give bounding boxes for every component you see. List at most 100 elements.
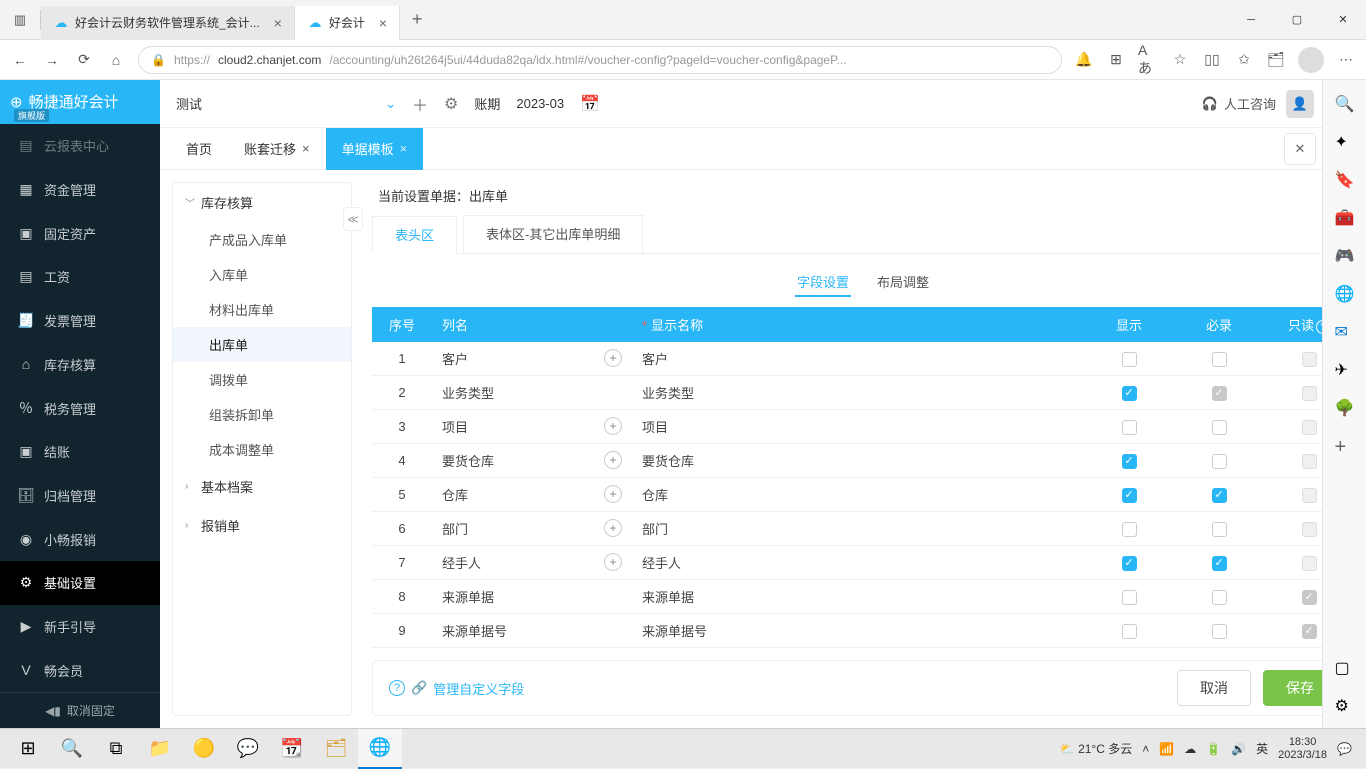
consult-button[interactable]: 🎧人工咨询 xyxy=(1202,94,1276,113)
add-field-button[interactable]: + xyxy=(604,349,622,367)
tag-icon[interactable]: 🔖 xyxy=(1335,170,1355,190)
gear-icon[interactable]: ⚙ xyxy=(444,94,458,114)
add-field-button[interactable]: + xyxy=(604,417,622,435)
toolbox-icon[interactable]: 🧰 xyxy=(1335,208,1355,228)
tree-child[interactable]: 入库单 xyxy=(173,257,351,292)
tray-chevron-icon[interactable]: ˄ xyxy=(1142,742,1149,756)
sidebar-toggle-icon[interactable]: ▢ xyxy=(1335,658,1355,678)
checkbox[interactable] xyxy=(1212,352,1227,367)
cell-disp[interactable]: 客户 xyxy=(632,342,1084,376)
sidebar-item-funds[interactable]: ▦资金管理 xyxy=(0,167,160,211)
unpin-button[interactable]: ◀▮取消固定 xyxy=(0,692,160,728)
home-icon[interactable]: ⌂ xyxy=(106,50,126,70)
close-window-button[interactable]: ✕ xyxy=(1320,0,1366,40)
checkbox[interactable] xyxy=(1122,420,1137,435)
close-all-button[interactable]: ✕ xyxy=(1284,133,1316,165)
checkbox[interactable] xyxy=(1212,590,1227,605)
checkbox[interactable] xyxy=(1122,590,1137,605)
favorite-icon[interactable]: ☆ xyxy=(1170,50,1190,70)
profile-icon[interactable] xyxy=(1298,47,1324,73)
checkbox[interactable] xyxy=(1122,556,1137,571)
close-icon[interactable]: × xyxy=(400,141,408,156)
tree-child[interactable]: 组装拆卸单 xyxy=(173,397,351,432)
checkbox[interactable] xyxy=(1122,624,1137,639)
wechat-app[interactable]: 💬 xyxy=(226,729,270,769)
tab-migration[interactable]: 账套迁移× xyxy=(228,128,326,170)
tree-icon[interactable]: 🌳 xyxy=(1335,398,1355,418)
sidebar-item-expense[interactable]: ◉小畅报销 xyxy=(0,517,160,561)
cell-disp[interactable]: 仓库 xyxy=(632,478,1084,512)
add-field-button[interactable]: + xyxy=(604,451,622,469)
checkbox[interactable] xyxy=(1212,488,1227,503)
cell-disp[interactable]: 要货仓库 xyxy=(632,444,1084,478)
minimize-button[interactable]: ─ xyxy=(1228,0,1274,40)
subtab-header[interactable]: 表头区 xyxy=(372,216,457,254)
tabactions-icon[interactable]: ▥ xyxy=(0,12,40,28)
cell-disp[interactable]: 来源单据号 xyxy=(632,614,1084,648)
new-tab-button[interactable]: + xyxy=(400,9,434,30)
outlook-icon[interactable]: ✉ xyxy=(1335,322,1355,342)
start-button[interactable]: ⊞ xyxy=(6,729,50,769)
checkbox[interactable] xyxy=(1122,488,1137,503)
search-icon[interactable]: 🔍 xyxy=(1335,94,1355,114)
midtab-fields[interactable]: 字段设置 xyxy=(795,268,851,297)
calendar-icon[interactable]: 📅 xyxy=(580,94,600,114)
collapse-handle[interactable]: ≪ xyxy=(343,207,363,231)
tab-template[interactable]: 单据模板× xyxy=(326,128,424,170)
sidebar-item-assets[interactable]: ▣固定资产 xyxy=(0,211,160,255)
add-field-button[interactable]: + xyxy=(604,519,622,537)
search-button[interactable]: 🔍 xyxy=(50,729,94,769)
checkbox[interactable] xyxy=(1212,420,1227,435)
calendar-app[interactable]: 📆 xyxy=(270,729,314,769)
address-bar[interactable]: 🔒 https://cloud2.chanjet.com/accounting/… xyxy=(138,46,1062,74)
battery-icon[interactable]: 🔋 xyxy=(1206,742,1221,756)
tree-child[interactable]: 材料出库单 xyxy=(173,292,351,327)
close-icon[interactable]: × xyxy=(274,15,282,31)
tree-group-basic[interactable]: ›基本档案 xyxy=(173,467,351,506)
tree-child[interactable]: 出库单 xyxy=(173,327,351,362)
checkbox[interactable] xyxy=(1212,624,1227,639)
tree-child[interactable]: 成本调整单 xyxy=(173,432,351,467)
checkbox[interactable] xyxy=(1122,522,1137,537)
split-icon[interactable]: ▯▯ xyxy=(1202,50,1222,70)
org-selector[interactable]: 测试 ⌄ xyxy=(176,94,396,113)
wifi-icon[interactable]: 📶 xyxy=(1159,742,1174,756)
tree-child[interactable]: 产成品入库单 xyxy=(173,222,351,257)
games-icon[interactable]: 🎮 xyxy=(1335,246,1355,266)
edge-app[interactable]: 🌐 xyxy=(358,729,402,769)
subtab-body[interactable]: 表体区-其它出库单明细 xyxy=(463,215,643,253)
files-app[interactable]: 🗂 xyxy=(314,729,358,769)
collections-icon[interactable]: 🗂 xyxy=(1266,50,1286,70)
tree-group-inventory[interactable]: ﹀库存核算 xyxy=(173,183,351,222)
tree-group-expense[interactable]: ›报销单 xyxy=(173,506,351,545)
plus-icon[interactable]: + xyxy=(1335,436,1355,456)
ime-indicator[interactable]: 英 xyxy=(1256,740,1268,757)
weather-widget[interactable]: ⛅ 21°C 多云 xyxy=(1060,740,1132,757)
sidebar-item-vip[interactable]: V畅会员 xyxy=(0,649,160,693)
sidebar-item-tax[interactable]: ％税务管理 xyxy=(0,386,160,430)
extensions-icon[interactable]: ⊞ xyxy=(1106,50,1126,70)
cell-disp[interactable]: 部门 xyxy=(632,512,1084,546)
add-field-button[interactable]: + xyxy=(604,485,622,503)
back-icon[interactable]: ← xyxy=(10,50,30,70)
onedrive-icon[interactable]: ☁ xyxy=(1184,742,1196,756)
avatar[interactable]: 👤 xyxy=(1286,90,1314,118)
sidebar-item-salary[interactable]: ▤工资 xyxy=(0,255,160,299)
checkbox[interactable] xyxy=(1122,352,1137,367)
add-field-button[interactable]: + xyxy=(604,553,622,571)
midtab-layout[interactable]: 布局调整 xyxy=(875,268,931,297)
cell-disp[interactable]: 经手人 xyxy=(632,546,1084,580)
maximize-button[interactable]: ▢ xyxy=(1274,0,1320,40)
close-icon[interactable]: × xyxy=(302,141,310,156)
sidebar-item-reports[interactable]: ▤云报表中心 xyxy=(0,124,160,168)
checkbox[interactable] xyxy=(1122,454,1137,469)
browser-tab-1[interactable]: ☁ 好会计云财务软件管理系统_会计... × xyxy=(41,6,295,40)
clock[interactable]: 18:30 2023/3/18 xyxy=(1278,736,1327,761)
cell-disp[interactable]: 项目 xyxy=(632,410,1084,444)
close-icon[interactable]: × xyxy=(379,15,387,31)
edge-icon[interactable]: 🌐 xyxy=(1335,284,1355,304)
cell-disp[interactable]: 业务类型 xyxy=(632,376,1084,410)
forward-icon[interactable]: → xyxy=(42,50,62,70)
chrome-app[interactable]: 🟡 xyxy=(182,729,226,769)
explorer-app[interactable]: 📁 xyxy=(138,729,182,769)
